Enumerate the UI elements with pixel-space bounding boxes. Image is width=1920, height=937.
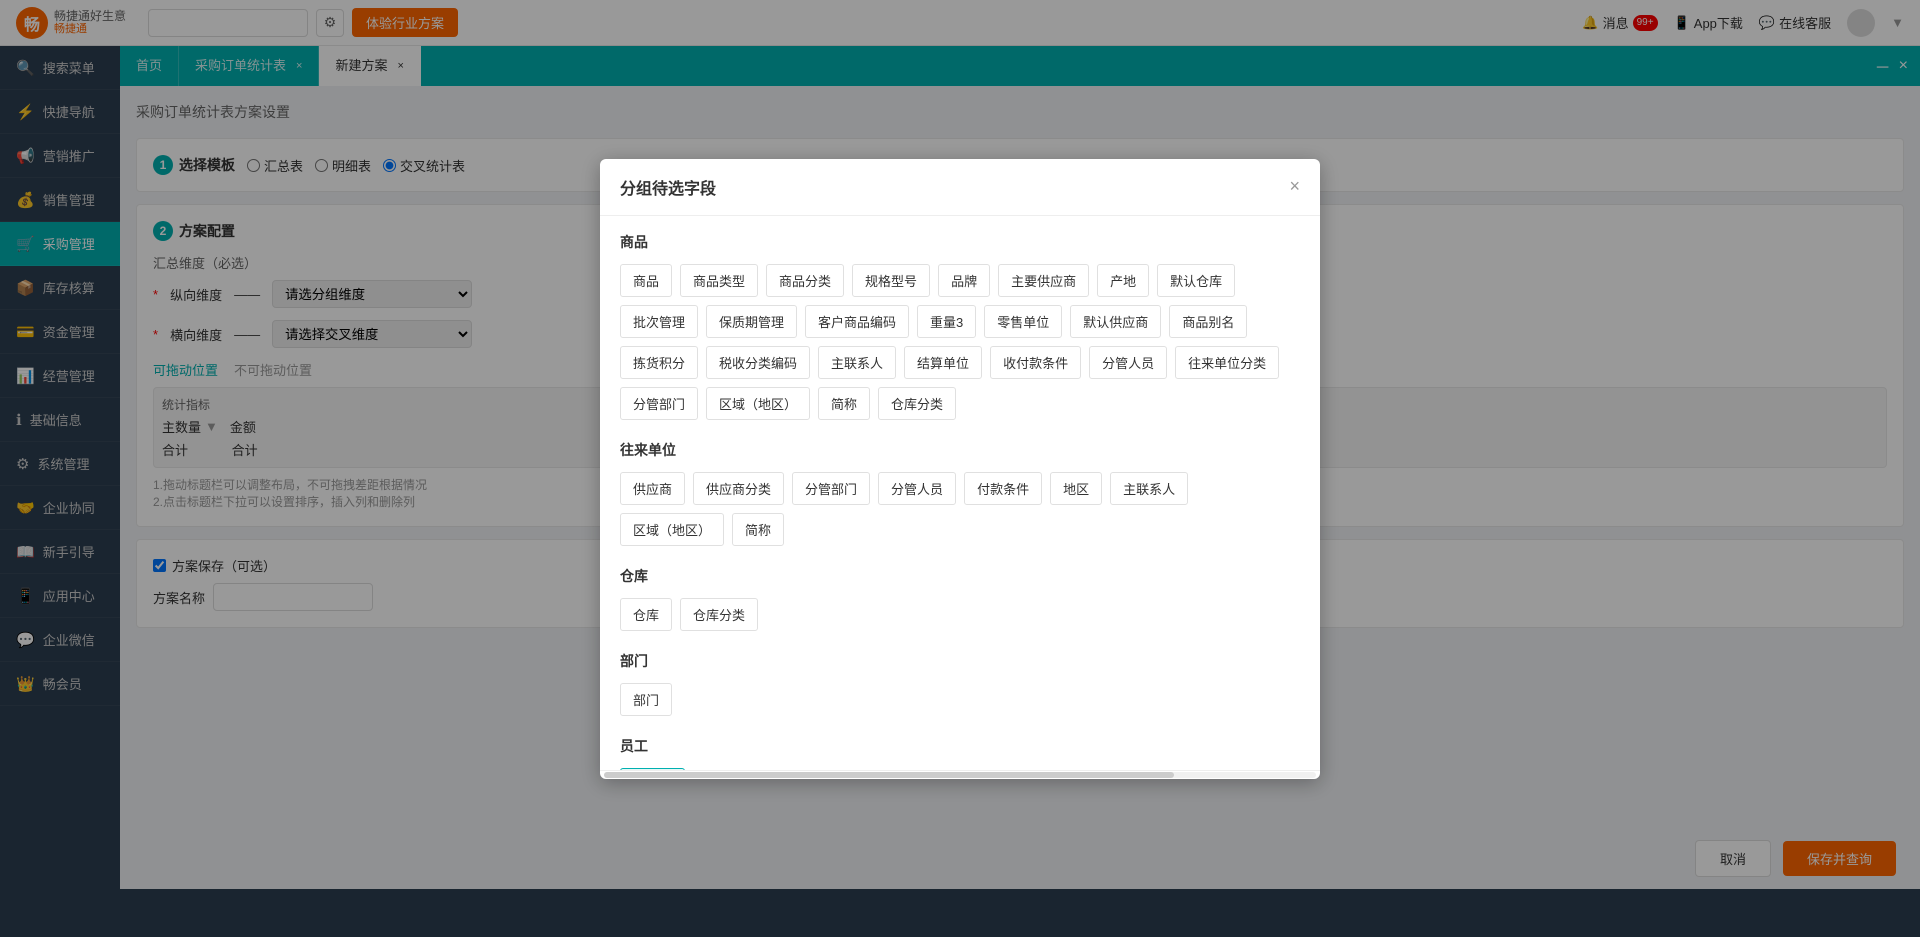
field-tag-warehouse-cat[interactable]: 仓库分类 <box>680 598 758 631</box>
section-title-warehouse: 仓库 <box>620 566 1300 586</box>
field-tag-counterpart-category[interactable]: 往来单位分类 <box>1175 346 1279 379</box>
field-tag-origin[interactable]: 产地 <box>1097 264 1149 297</box>
modal-title: 分组待选字段 <box>620 175 716 199</box>
field-tag-region[interactable]: 区域（地区） <box>706 387 810 420</box>
modal-overlay: 分组待选字段 × 商品 商品 商品类型 商品分类 规格型号 品牌 主要供应商 产… <box>0 0 1920 937</box>
field-grid-department: 部门 <box>620 683 1300 716</box>
field-tag-main-supplier[interactable]: 主要供应商 <box>998 264 1089 297</box>
field-tag-manager[interactable]: 分管人员 <box>1089 346 1167 379</box>
field-tag-region2[interactable]: 区域（地区） <box>620 513 724 546</box>
field-tag-default-warehouse[interactable]: 默认仓库 <box>1157 264 1235 297</box>
section-title-goods: 商品 <box>620 232 1300 252</box>
field-tag-supplier[interactable]: 供应商 <box>620 472 685 505</box>
field-tag-customer-code[interactable]: 客户商品编码 <box>805 305 909 338</box>
field-tag-settlement-unit[interactable]: 结算单位 <box>904 346 982 379</box>
field-tag-goods[interactable]: 商品 <box>620 264 672 297</box>
field-grid-goods: 商品 商品类型 商品分类 规格型号 品牌 主要供应商 产地 默认仓库 批次管理 … <box>620 264 1300 420</box>
modal: 分组待选字段 × 商品 商品 商品类型 商品分类 规格型号 品牌 主要供应商 产… <box>600 159 1320 779</box>
field-tag-area[interactable]: 地区 <box>1050 472 1102 505</box>
scrollbar-thumb <box>604 772 1174 778</box>
field-tag-retail-unit[interactable]: 零售单位 <box>984 305 1062 338</box>
field-tag-department[interactable]: 部门 <box>620 683 672 716</box>
section-title-counterpart: 往来单位 <box>620 440 1300 460</box>
field-section-goods: 商品 商品 商品类型 商品分类 规格型号 品牌 主要供应商 产地 默认仓库 批次… <box>620 232 1300 420</box>
field-tag-main-contact[interactable]: 主联系人 <box>818 346 896 379</box>
section-title-department: 部门 <box>620 651 1300 671</box>
field-tag-goods-category[interactable]: 商品分类 <box>766 264 844 297</box>
field-tag-batch-mgmt[interactable]: 批次管理 <box>620 305 698 338</box>
horizontal-scrollbar[interactable] <box>604 772 1316 778</box>
field-tag-tax-code[interactable]: 税收分类编码 <box>706 346 810 379</box>
field-tag-goods-alias[interactable]: 商品别名 <box>1169 305 1247 338</box>
field-tag-abbr[interactable]: 简称 <box>818 387 870 420</box>
field-tag-warehouse-category[interactable]: 仓库分类 <box>878 387 956 420</box>
field-tag-dept[interactable]: 分管部门 <box>792 472 870 505</box>
field-tag-main-contact2[interactable]: 主联系人 <box>1110 472 1188 505</box>
field-tag-abbr2[interactable]: 简称 <box>732 513 784 546</box>
modal-close-button[interactable]: × <box>1289 176 1300 197</box>
field-tag-weight3[interactable]: 重量3 <box>917 305 976 338</box>
field-section-warehouse: 仓库 仓库 仓库分类 <box>620 566 1300 631</box>
field-tag-supplier-category[interactable]: 供应商分类 <box>693 472 784 505</box>
field-section-department: 部门 部门 <box>620 651 1300 716</box>
field-tag-manage-dept[interactable]: 分管部门 <box>620 387 698 420</box>
field-tag-manage-person[interactable]: 分管人员 <box>878 472 956 505</box>
field-tag-expiry-mgmt[interactable]: 保质期管理 <box>706 305 797 338</box>
field-section-employee: 员工 业务员 <box>620 736 1300 770</box>
modal-header: 分组待选字段 × <box>600 159 1320 216</box>
field-grid-counterpart: 供应商 供应商分类 分管部门 分管人员 付款条件 地区 主联系人 区域（地区） … <box>620 472 1300 546</box>
section-title-employee: 员工 <box>620 736 1300 756</box>
field-tag-spec-model[interactable]: 规格型号 <box>852 264 930 297</box>
field-tag-pay-terms[interactable]: 付款条件 <box>964 472 1042 505</box>
field-grid-warehouse: 仓库 仓库分类 <box>620 598 1300 631</box>
modal-scrollbar-area <box>600 770 1320 779</box>
field-section-counterpart: 往来单位 供应商 供应商分类 分管部门 分管人员 付款条件 地区 主联系人 区域… <box>620 440 1300 546</box>
field-tag-goods-type[interactable]: 商品类型 <box>680 264 758 297</box>
field-tag-warehouse[interactable]: 仓库 <box>620 598 672 631</box>
field-tag-brand[interactable]: 品牌 <box>938 264 990 297</box>
field-tag-payment-terms[interactable]: 收付款条件 <box>990 346 1081 379</box>
field-tag-pick-points[interactable]: 拣货积分 <box>620 346 698 379</box>
modal-body[interactable]: 商品 商品 商品类型 商品分类 规格型号 品牌 主要供应商 产地 默认仓库 批次… <box>600 216 1320 770</box>
field-tag-default-supplier[interactable]: 默认供应商 <box>1070 305 1161 338</box>
